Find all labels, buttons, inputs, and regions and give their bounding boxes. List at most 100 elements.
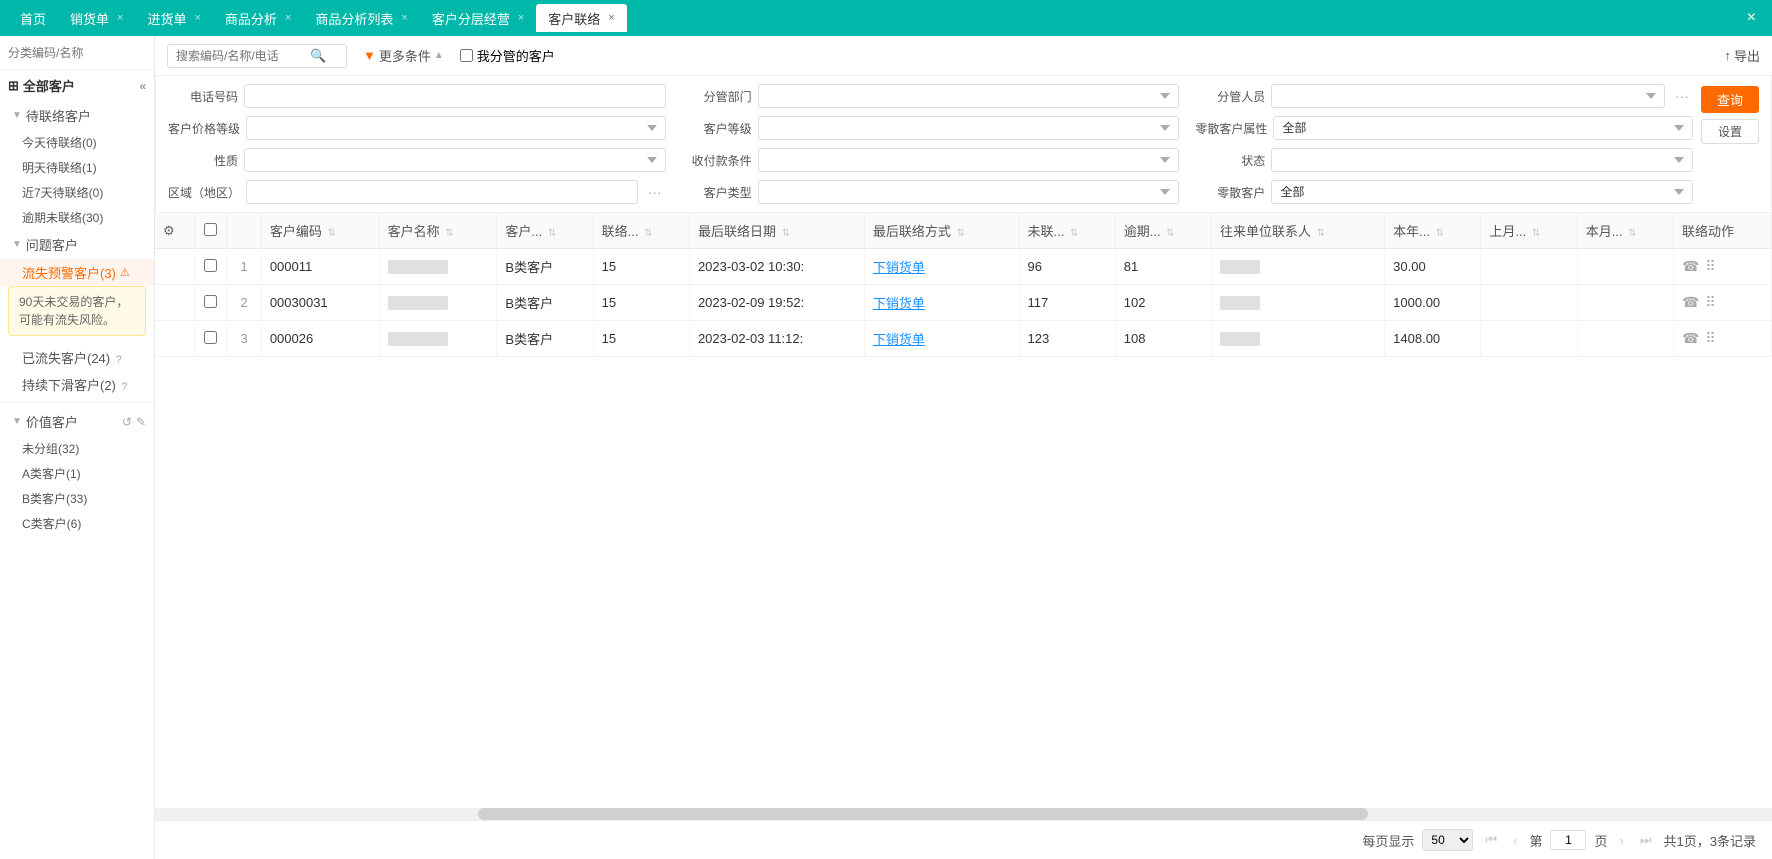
td-code-1: 000011 bbox=[261, 249, 379, 285]
my-customers-checkbox-label[interactable]: 我分管的客户 bbox=[460, 46, 555, 65]
td-last-month-1 bbox=[1481, 249, 1577, 285]
tab-goods-analysis[interactable]: 商品分析 × bbox=[213, 4, 303, 32]
close-customer-contact-tab[interactable]: × bbox=[608, 12, 614, 24]
row-checkbox-3[interactable] bbox=[204, 331, 217, 344]
region-input[interactable] bbox=[246, 180, 638, 204]
sidebar-search-input[interactable] bbox=[8, 46, 155, 60]
close-goods-analysis-list-tab[interactable]: × bbox=[401, 12, 407, 24]
tab-sales[interactable]: 销货单 × bbox=[58, 4, 135, 32]
phone-action-icon-2[interactable]: ☎ bbox=[1682, 294, 1699, 311]
sidebar-item-overdue-contact[interactable]: 逾期未联络(30) bbox=[0, 205, 154, 230]
tab-goods-analysis-list[interactable]: 商品分析列表 × bbox=[303, 4, 419, 32]
sidebar-item-today-contact[interactable]: 今天待联络(0) bbox=[0, 130, 154, 155]
sidebar-group-problem-customers[interactable]: ▼ 问题客户 bbox=[0, 230, 154, 259]
th-contact[interactable]: 联络... ⇅ bbox=[593, 213, 689, 249]
th-settings[interactable]: ⚙ bbox=[155, 213, 195, 249]
customer-type-select[interactable] bbox=[758, 180, 1180, 204]
region-dots[interactable]: ··· bbox=[644, 184, 666, 200]
payment-select[interactable] bbox=[758, 148, 1180, 172]
sidebar-item-class-a[interactable]: A类客户(1) bbox=[0, 461, 154, 486]
edit-icon[interactable]: ✎ bbox=[136, 415, 146, 429]
tab-purchase[interactable]: 进货单 × bbox=[135, 4, 212, 32]
phone-input[interactable] bbox=[244, 84, 666, 108]
search-input[interactable] bbox=[176, 49, 306, 63]
my-customers-checkbox[interactable] bbox=[460, 49, 473, 62]
th-type[interactable]: 客户... ⇅ bbox=[497, 213, 593, 249]
td-uncontacted-3: 123 bbox=[1019, 321, 1115, 357]
td-last-contact-method-1: 下销货单 bbox=[864, 249, 1019, 285]
first-page-btn[interactable]: ⏮ bbox=[1481, 830, 1501, 850]
contact-method-link-3[interactable]: 下销货单 bbox=[873, 332, 925, 347]
sort-icon-method: ⇅ bbox=[956, 228, 964, 239]
th-overdue[interactable]: 逾期... ⇅ bbox=[1115, 213, 1211, 249]
th-uncontacted[interactable]: 未联... ⇅ bbox=[1019, 213, 1115, 249]
tab-customer-tier[interactable]: 客户分层经营 × bbox=[420, 4, 536, 32]
collapse-sidebar-btn[interactable]: « bbox=[139, 79, 146, 93]
sort-icon-name: ⇅ bbox=[445, 228, 453, 239]
sidebar-item-unclassified[interactable]: 未分组(32) bbox=[0, 436, 154, 461]
th-this-year[interactable]: 本年... ⇅ bbox=[1385, 213, 1481, 249]
th-name[interactable]: 客户名称 ⇅ bbox=[379, 213, 497, 249]
customer-tier-select[interactable] bbox=[758, 116, 1180, 140]
home-tab[interactable]: 首页 bbox=[8, 9, 58, 28]
all-customers-header[interactable]: ⊞ 全部客户 « bbox=[0, 70, 154, 101]
export-button[interactable]: ↑ 导出 bbox=[1724, 46, 1760, 65]
more-action-icon-3[interactable]: ⠿ bbox=[1705, 330, 1715, 347]
help-icon-2[interactable]: ? bbox=[121, 381, 127, 393]
contact-method-link-2[interactable]: 下销货单 bbox=[873, 296, 925, 311]
close-purchase-tab[interactable]: × bbox=[194, 12, 200, 24]
scatter-customer-select[interactable]: 全部 bbox=[1271, 180, 1693, 204]
close-customer-tier-tab[interactable]: × bbox=[518, 12, 524, 24]
th-last-contact-date[interactable]: 最后联络日期 ⇅ bbox=[689, 213, 864, 249]
more-conditions-btn[interactable]: ▼ 更多条件 ▲ bbox=[355, 42, 452, 69]
prev-page-btn[interactable]: ‹ bbox=[1509, 831, 1521, 850]
th-last-month[interactable]: 上月... ⇅ bbox=[1481, 213, 1577, 249]
th-code[interactable]: 客户编码 ⇅ bbox=[261, 213, 379, 249]
th-this-month[interactable]: 本月... ⇅ bbox=[1577, 213, 1673, 249]
td-contact-1: 15 bbox=[593, 249, 689, 285]
row-checkbox-1[interactable] bbox=[204, 259, 217, 272]
contact-method-link-1[interactable]: 下销货单 bbox=[873, 260, 925, 275]
status-select[interactable] bbox=[1271, 148, 1693, 172]
scatter-attr-select[interactable]: 全部 bbox=[1273, 116, 1693, 140]
per-page-select[interactable]: 50 100 bbox=[1422, 829, 1473, 851]
last-page-btn[interactable]: ⏭ bbox=[1636, 830, 1656, 850]
person-select[interactable] bbox=[1271, 84, 1665, 108]
sidebar-group-value-customers[interactable]: ▼ 价值客户 ↺ ✎ bbox=[0, 407, 154, 436]
more-action-icon-1[interactable]: ⠿ bbox=[1705, 258, 1715, 275]
close-sales-tab[interactable]: × bbox=[117, 12, 123, 24]
query-button[interactable]: 查询 bbox=[1701, 86, 1759, 113]
close-all-button[interactable]: × bbox=[1739, 9, 1764, 27]
sidebar-item-already-churn[interactable]: 已流失客户(24) ? bbox=[0, 344, 154, 371]
th-last-contact-method[interactable]: 最后联络方式 ⇅ bbox=[864, 213, 1019, 249]
sidebar-item-tomorrow-contact[interactable]: 明天待联络(1) bbox=[0, 155, 154, 180]
sidebar-item-churn-warning[interactable]: 流失预警客户(3) ⚠ bbox=[0, 259, 154, 286]
th-unit-contact[interactable]: 往来单位联系人 ⇅ bbox=[1212, 213, 1385, 249]
sidebar-group-pending-contact[interactable]: ▼ 待联络客户 bbox=[0, 101, 154, 130]
phone-action-icon-3[interactable]: ☎ bbox=[1682, 330, 1699, 347]
scrollbar-thumb[interactable] bbox=[478, 808, 1367, 820]
sidebar-item-week-contact[interactable]: 近7天待联络(0) bbox=[0, 180, 154, 205]
person-dots[interactable]: ··· bbox=[1671, 88, 1693, 104]
td-this-year-3: 1408.00 bbox=[1385, 321, 1481, 357]
phone-action-icon-1[interactable]: ☎ bbox=[1682, 258, 1699, 275]
price-tier-select[interactable] bbox=[246, 116, 666, 140]
page-input[interactable] bbox=[1550, 830, 1586, 850]
sidebar-item-downtrend[interactable]: 持续下滑客户(2) ? bbox=[0, 371, 154, 398]
sidebar-item-class-b[interactable]: B类客户(33) bbox=[0, 486, 154, 511]
more-action-icon-2[interactable]: ⠿ bbox=[1705, 294, 1715, 311]
next-page-btn[interactable]: › bbox=[1615, 831, 1627, 850]
help-icon-1[interactable]: ? bbox=[115, 354, 121, 366]
row-checkbox-2[interactable] bbox=[204, 295, 217, 308]
tab-customer-contact[interactable]: 客户联络 × bbox=[536, 4, 626, 32]
select-all-checkbox[interactable] bbox=[204, 223, 217, 236]
search-icon[interactable]: 🔍 bbox=[310, 48, 326, 64]
sort-icon-this-month: ⇅ bbox=[1628, 228, 1636, 239]
refresh-icon[interactable]: ↺ bbox=[122, 415, 132, 429]
horizontal-scrollbar[interactable] bbox=[155, 808, 1772, 820]
close-goods-analysis-tab[interactable]: × bbox=[285, 12, 291, 24]
sidebar-item-class-c[interactable]: C类客户(6) bbox=[0, 511, 154, 536]
nature-select[interactable] bbox=[244, 148, 666, 172]
dept-select[interactable] bbox=[758, 84, 1180, 108]
settings-button[interactable]: 设置 bbox=[1701, 119, 1759, 144]
